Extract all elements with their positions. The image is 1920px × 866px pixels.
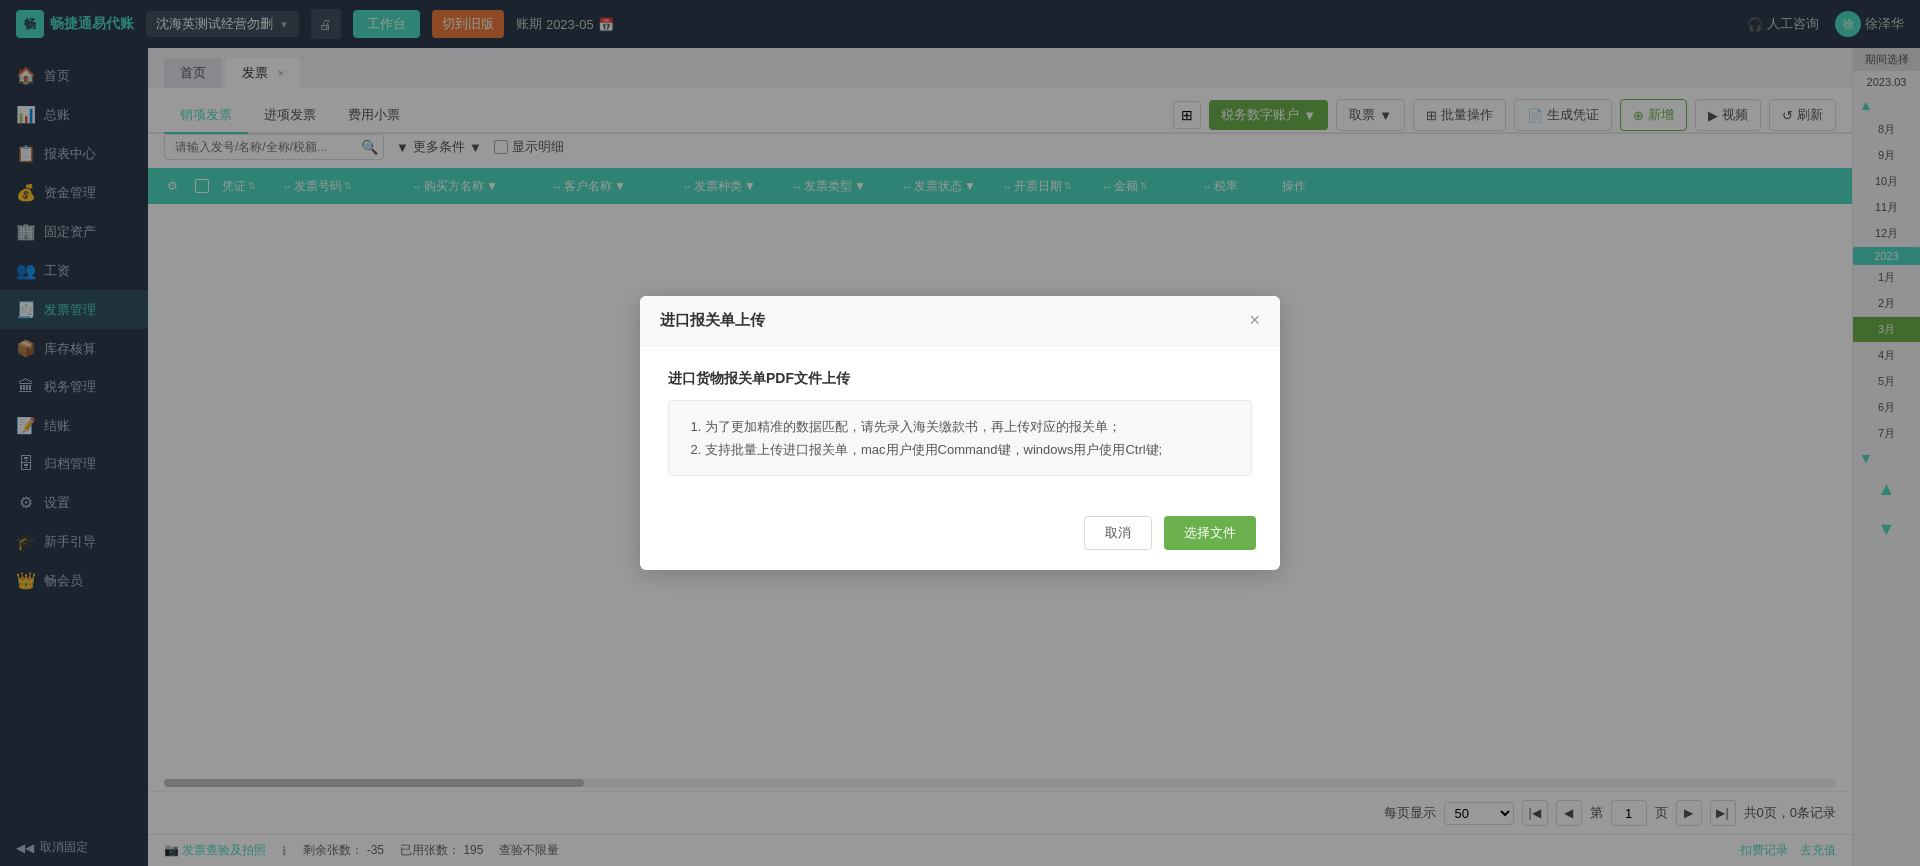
modal-confirm-button[interactable]: 选择文件 <box>1164 516 1256 550</box>
modal-cancel-button[interactable]: 取消 <box>1084 516 1152 550</box>
modal-title: 进口报关单上传 <box>660 311 765 330</box>
modal-overlay[interactable]: 进口报关单上传 × 进口货物报关单PDF文件上传 为了更加精准的数据匹配，请先录… <box>0 0 1920 866</box>
modal-footer: 取消 选择文件 <box>640 500 1280 570</box>
modal-section-title: 进口货物报关单PDF文件上传 <box>668 370 1252 388</box>
modal-info-box: 为了更加精准的数据匹配，请先录入海关缴款书，再上传对应的报关单； 支持批量上传进… <box>668 400 1252 477</box>
modal-header: 进口报关单上传 × <box>640 296 1280 346</box>
modal-info-line-1: 为了更加精准的数据匹配，请先录入海关缴款书，再上传对应的报关单； <box>705 415 1233 438</box>
modal-info-line-2: 支持批量上传进口报关单，mac用户使用Command键，windows用户使用C… <box>705 438 1233 461</box>
modal-body: 进口货物报关单PDF文件上传 为了更加精准的数据匹配，请先录入海关缴款书，再上传… <box>640 346 1280 501</box>
modal-close-button[interactable]: × <box>1249 310 1260 331</box>
modal-import-customs: 进口报关单上传 × 进口货物报关单PDF文件上传 为了更加精准的数据匹配，请先录… <box>640 296 1280 571</box>
